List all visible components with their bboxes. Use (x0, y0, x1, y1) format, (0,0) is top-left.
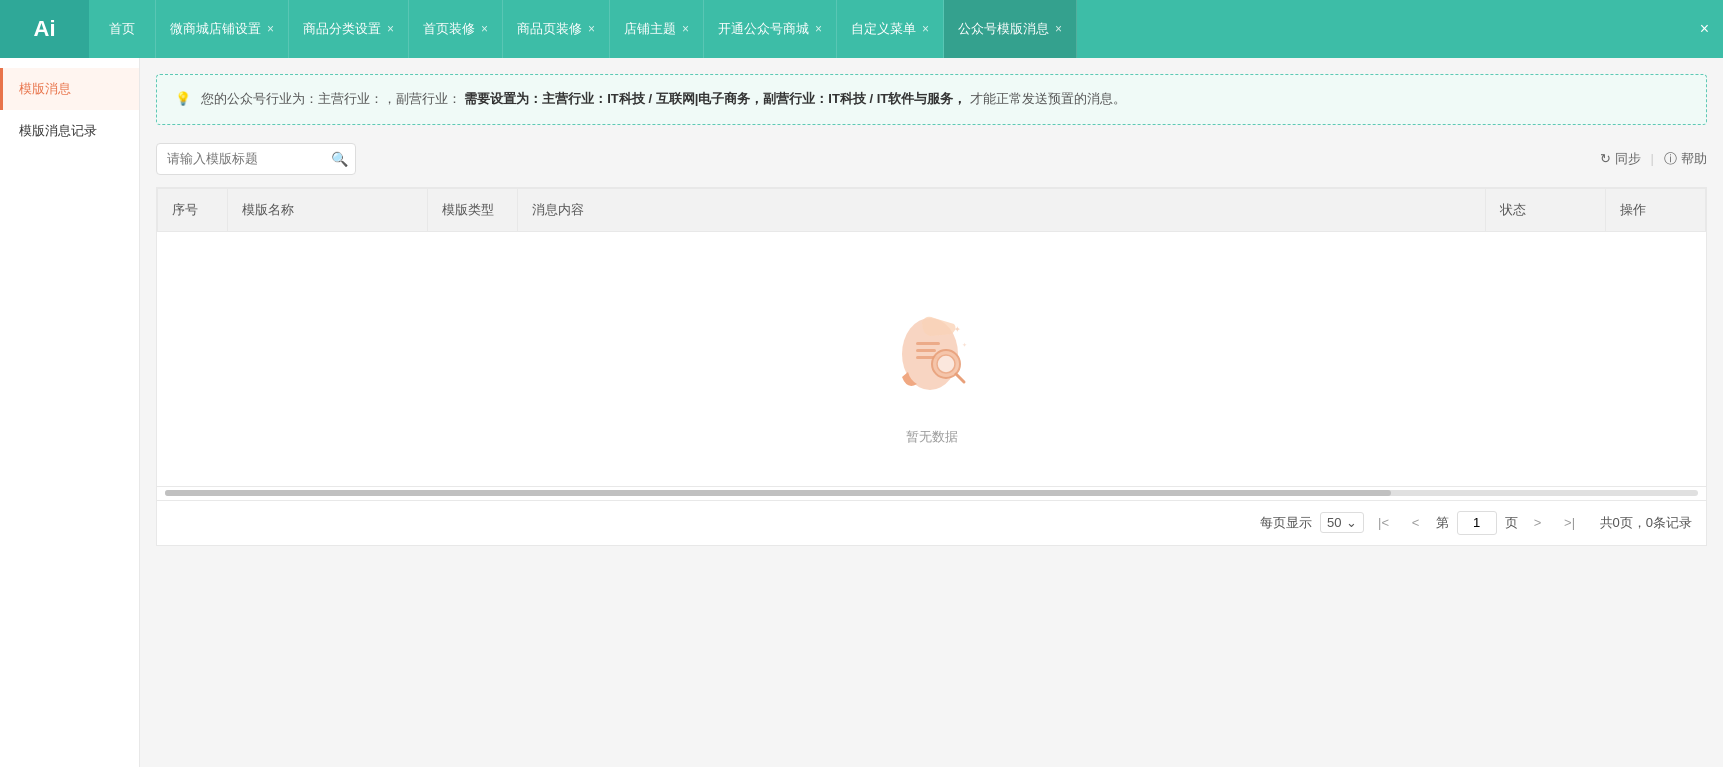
search-input[interactable] (156, 143, 356, 175)
close-product-decoration-icon[interactable]: × (588, 22, 595, 36)
page-suffix-label: 页 (1505, 514, 1518, 532)
search-input-wrapper: 🔍 (156, 143, 356, 175)
sidebar-item-template-message-label: 模版消息 (19, 81, 71, 96)
svg-rect-2 (916, 349, 936, 352)
close-custom-menu-icon[interactable]: × (922, 22, 929, 36)
next-page-button[interactable]: > (1526, 511, 1550, 535)
page-prefix-label: 第 (1436, 514, 1449, 532)
svg-text:✦: ✦ (954, 325, 961, 334)
close-shop-theme-icon[interactable]: × (682, 22, 689, 36)
sidebar: 模版消息 模版消息记录 (0, 58, 140, 767)
tab-template-msg-label: 公众号模版消息 (958, 20, 1049, 38)
toolbar-divider: | (1651, 151, 1654, 166)
col-name: 模版名称 (228, 188, 428, 231)
page-size-label: 每页显示 (1260, 514, 1312, 532)
pagination: 每页显示 50 ⌄ |< < 第 页 > >| 共0页，0条记录 (157, 500, 1706, 545)
tab-product-category-label: 商品分类设置 (303, 20, 381, 38)
empty-illustration: ✦ ✦ (872, 292, 992, 412)
content-area: 💡 您的公众号行业为：主营行业：，副营行业： 需要设置为：主营行业：IT科技 /… (140, 58, 1723, 767)
notice-suffix: 才能正常发送预置的消息。 (970, 91, 1126, 106)
close-template-msg-icon[interactable]: × (1055, 22, 1062, 36)
svg-text:✦: ✦ (962, 342, 967, 348)
help-icon: ⓘ (1664, 150, 1677, 168)
svg-point-5 (937, 355, 955, 373)
close-open-mall-icon[interactable]: × (815, 22, 822, 36)
tab-wechat-shop-label: 微商城店铺设置 (170, 20, 261, 38)
notice-highlight: 需要设置为：主营行业：IT科技 / 互联网|电子商务，副营行业：IT科技 / I… (464, 91, 966, 106)
empty-state: ✦ ✦ 暂无数据 (157, 232, 1706, 486)
tab-open-mall[interactable]: 开通公众号商城 × (704, 0, 837, 58)
scrollbar-thumb[interactable] (165, 490, 1391, 496)
brand-logo: Ai (0, 0, 89, 58)
notice-prefix: 您的公众号行业为：主营行业：，副营行业： (201, 91, 461, 106)
col-type: 模版类型 (428, 188, 518, 231)
help-button[interactable]: ⓘ 帮助 (1664, 150, 1707, 168)
empty-text: 暂无数据 (906, 428, 958, 446)
tab-wechat-shop[interactable]: 微商城店铺设置 × (156, 0, 289, 58)
tab-template-msg[interactable]: 公众号模版消息 × (944, 0, 1077, 58)
page-size-select[interactable]: 50 ⌄ (1320, 512, 1363, 533)
nav-tabs: 首页 微商城店铺设置 × 商品分类设置 × 首页装修 × 商品页装修 × 店铺主… (89, 0, 1686, 58)
notice-box: 💡 您的公众号行业为：主营行业：，副营行业： 需要设置为：主营行业：IT科技 /… (156, 74, 1707, 125)
tab-product-category[interactable]: 商品分类设置 × (289, 0, 409, 58)
tab-home-label: 首页 (109, 20, 135, 38)
tab-home-decoration-label: 首页装修 (423, 20, 475, 38)
scrollbar-track[interactable] (165, 490, 1698, 496)
chevron-down-icon: ⌄ (1346, 515, 1357, 530)
svg-rect-1 (916, 342, 940, 345)
table-wrapper: 序号 模版名称 模版类型 消息内容 状态 操作 (156, 187, 1707, 546)
last-page-button[interactable]: >| (1558, 511, 1582, 535)
toolbar-right: ↻ 同步 | ⓘ 帮助 (1600, 150, 1707, 168)
sync-icon: ↻ (1600, 151, 1611, 166)
close-home-decoration-icon[interactable]: × (481, 22, 488, 36)
tab-product-decoration-label: 商品页装修 (517, 20, 582, 38)
tab-custom-menu-label: 自定义菜单 (851, 20, 916, 38)
close-all-button[interactable]: × (1686, 20, 1723, 38)
tab-product-decoration[interactable]: 商品页装修 × (503, 0, 610, 58)
col-seq: 序号 (158, 188, 228, 231)
svg-line-6 (956, 374, 964, 382)
tab-open-mall-label: 开通公众号商城 (718, 20, 809, 38)
page-number-input[interactable] (1457, 511, 1497, 535)
tab-custom-menu[interactable]: 自定义菜单 × (837, 0, 944, 58)
sync-button[interactable]: ↻ 同步 (1600, 150, 1641, 168)
data-table: 序号 模版名称 模版类型 消息内容 状态 操作 (157, 188, 1706, 232)
notice-icon: 💡 (175, 91, 191, 106)
close-product-category-icon[interactable]: × (387, 22, 394, 36)
tab-home[interactable]: 首页 (89, 0, 156, 58)
help-label: 帮助 (1681, 150, 1707, 168)
prev-page-button[interactable]: < (1404, 511, 1428, 535)
close-wechat-shop-icon[interactable]: × (267, 22, 274, 36)
tab-shop-theme[interactable]: 店铺主题 × (610, 0, 704, 58)
tab-shop-theme-label: 店铺主题 (624, 20, 676, 38)
col-content: 消息内容 (518, 188, 1486, 231)
search-bar: 🔍 ↻ 同步 | ⓘ 帮助 (156, 143, 1707, 175)
first-page-button[interactable]: |< (1372, 511, 1396, 535)
scrollbar-area[interactable] (157, 486, 1706, 500)
total-info: 共0页，0条记录 (1600, 514, 1692, 532)
sidebar-item-template-record-label: 模版消息记录 (19, 123, 97, 138)
page-size-value: 50 (1327, 515, 1341, 530)
table-header-row: 序号 模版名称 模版类型 消息内容 状态 操作 (158, 188, 1706, 231)
tab-home-decoration[interactable]: 首页装修 × (409, 0, 503, 58)
search-icon[interactable]: 🔍 (331, 151, 348, 167)
col-action: 操作 (1606, 188, 1706, 231)
sidebar-item-template-record[interactable]: 模版消息记录 (0, 110, 139, 152)
col-status: 状态 (1486, 188, 1606, 231)
top-navigation: Ai 首页 微商城店铺设置 × 商品分类设置 × 首页装修 × 商品页装修 × … (0, 0, 1723, 58)
sync-label: 同步 (1615, 150, 1641, 168)
sidebar-item-template-message[interactable]: 模版消息 (0, 68, 139, 110)
main-layout: 模版消息 模版消息记录 💡 您的公众号行业为：主营行业：，副营行业： 需要设置为… (0, 58, 1723, 767)
